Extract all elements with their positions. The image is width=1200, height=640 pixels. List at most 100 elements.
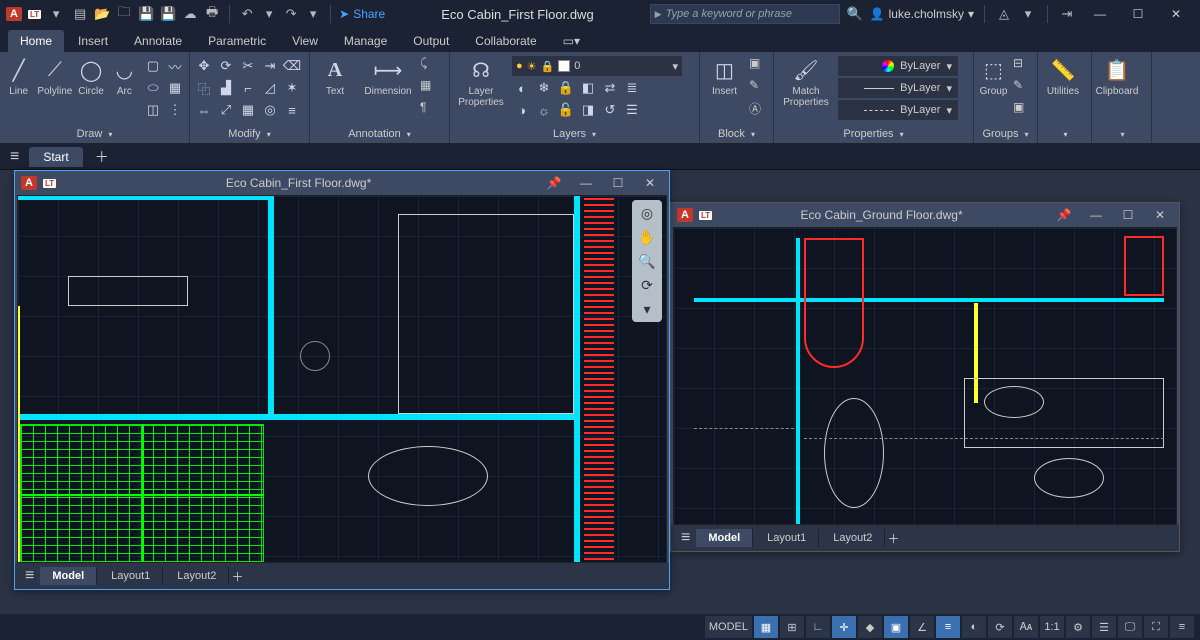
minimize-button[interactable]: — <box>1082 0 1118 28</box>
layer-unlock-icon[interactable]: 🔓 <box>556 100 576 120</box>
spline-icon[interactable]: 〰 <box>165 56 185 76</box>
tab-collaborate[interactable]: Collaborate <box>463 30 548 52</box>
maximize-button[interactable]: ☐ <box>605 173 631 193</box>
isodraft-icon[interactable]: ◆ <box>858 616 882 638</box>
tab-model[interactable]: Model <box>40 567 97 585</box>
workspace-icon[interactable]: ☰ <box>1092 616 1116 638</box>
qat-dropdown-icon[interactable]: ▾ <box>47 5 65 23</box>
tab-view[interactable]: View <box>280 30 330 52</box>
grid-toggle-icon[interactable]: ▦ <box>754 616 778 638</box>
share-button[interactable]: ➤ Share <box>339 7 385 21</box>
group-button[interactable]: ⬚Group <box>978 56 1009 97</box>
redo-icon[interactable]: ↷ <box>282 5 300 23</box>
annoscale-icon[interactable]: 🗛 <box>1014 616 1038 638</box>
tab-layout1[interactable]: Layout1 <box>99 567 163 585</box>
doc-window-first-floor[interactable]: A LT Eco Cabin_First Floor.dwg* 📌 — ☐ ✕ <box>14 170 670 590</box>
polar-toggle-icon[interactable]: ✛ <box>832 616 856 638</box>
transparency-icon[interactable]: ◐ <box>962 616 986 638</box>
undo-icon[interactable]: ↶ <box>238 5 256 23</box>
undo-drop-icon[interactable]: ▾ <box>260 5 278 23</box>
scale-combo[interactable]: 1:1 <box>1040 616 1064 638</box>
tab-layout2[interactable]: Layout2 <box>821 529 885 547</box>
maximize-button[interactable]: ☐ <box>1120 0 1156 28</box>
insert-block-button[interactable]: ◫Insert <box>704 56 745 97</box>
open-folder-icon[interactable]: 🗀 <box>115 5 133 23</box>
steering-wheel-icon[interactable]: ◎ <box>634 202 660 224</box>
layer-current-combo[interactable]: ● ☀ 🔒 0 ▾ <box>512 56 682 76</box>
clipboard-button[interactable]: 📋Clipboard <box>1096 56 1138 97</box>
monitor-icon[interactable]: 🖵 <box>1118 616 1142 638</box>
saveas-icon[interactable]: 💾 <box>159 5 177 23</box>
align-icon[interactable]: ≡ <box>282 100 302 120</box>
chevron-down-icon[interactable]: ▾ <box>1019 5 1037 23</box>
fillet-icon[interactable]: ⌐ <box>238 78 258 98</box>
new-icon[interactable]: ▤ <box>71 5 89 23</box>
layer-uniso-icon[interactable]: ◨ <box>578 100 598 120</box>
array-icon[interactable]: ▦ <box>238 100 258 120</box>
add-tab-button[interactable]: ＋ <box>89 147 115 167</box>
move-icon[interactable]: ✥ <box>194 56 214 76</box>
pin-icon[interactable]: 📌 <box>541 173 567 193</box>
square-icon[interactable]: ▢ <box>143 56 163 76</box>
layer-lock-icon[interactable]: 🔒 <box>556 78 576 98</box>
erase-icon[interactable]: ⌫ <box>282 56 302 76</box>
open-icon[interactable]: 📂 <box>93 5 111 23</box>
layer-prev-icon[interactable]: ↺ <box>600 100 620 120</box>
pan-icon[interactable]: ✋ <box>634 226 660 248</box>
add-layout-button[interactable]: ＋ <box>231 568 243 585</box>
mtext-icon[interactable]: ¶ <box>420 100 440 120</box>
lineweight-combo[interactable]: ByLayer▾ <box>838 78 958 98</box>
offset-icon[interactable]: ◎ <box>260 100 280 120</box>
lwdisplay-icon[interactable]: ≡ <box>936 616 960 638</box>
tab-layout1[interactable]: Layout1 <box>755 529 819 547</box>
tab-home[interactable]: Home <box>8 30 64 52</box>
add-layout-button[interactable]: ＋ <box>887 530 899 547</box>
web-mobile-icon[interactable]: ☁ <box>181 5 199 23</box>
arc-button[interactable]: ◡Arc <box>110 56 139 97</box>
layer-on-icon[interactable]: ◑ <box>512 100 532 120</box>
trim-icon[interactable]: ✂ <box>238 56 258 76</box>
group-edit-icon[interactable]: ✎ <box>1013 78 1033 98</box>
minimize-button[interactable]: — <box>1083 205 1109 225</box>
tab-insert[interactable]: Insert <box>66 30 120 52</box>
layer-properties-button[interactable]: ☊Layer Properties <box>454 56 508 108</box>
model-toggle[interactable]: MODEL <box>705 616 752 638</box>
explode-icon[interactable]: ✶ <box>282 78 302 98</box>
search-input[interactable]: Type a keyword or phrase <box>650 4 840 24</box>
tab-output[interactable]: Output <box>401 30 461 52</box>
rotate-icon[interactable]: ⟳ <box>216 56 236 76</box>
ungroup-icon[interactable]: ⊟ <box>1013 56 1033 76</box>
plot-icon[interactable]: 🖶 <box>203 5 221 23</box>
tab-manage[interactable]: Manage <box>332 30 399 52</box>
close-button[interactable]: ✕ <box>1147 205 1173 225</box>
clean-screen-icon[interactable]: ⛶ <box>1144 616 1168 638</box>
layer-thaw-icon[interactable]: ☼ <box>534 100 554 120</box>
layer-state-icon[interactable]: ≣ <box>622 78 642 98</box>
snap-toggle-icon[interactable]: ⊞ <box>780 616 804 638</box>
region-icon[interactable]: ◫ <box>143 100 163 120</box>
menu-icon[interactable]: ≡ <box>677 529 694 547</box>
tab-parametric[interactable]: Parametric <box>196 30 278 52</box>
ellipse-icon[interactable]: ⬭ <box>143 78 163 98</box>
osnap-toggle-icon[interactable]: ▣ <box>884 616 908 638</box>
linetype-combo[interactable]: ByLayer▾ <box>838 100 958 120</box>
layer-off-icon[interactable]: ◐ <box>512 78 532 98</box>
utilities-button[interactable]: 📏Utilities <box>1042 56 1084 97</box>
user-menu[interactable]: 👤 luke.cholmsky ▾ <box>870 7 974 21</box>
search-icon[interactable]: 🔍 <box>846 5 864 23</box>
customize-icon[interactable]: ≡ <box>1170 616 1194 638</box>
layer-iso-icon[interactable]: ◧ <box>578 78 598 98</box>
redo-drop-icon[interactable]: ▾ <box>304 5 322 23</box>
close-button[interactable]: ✕ <box>1158 0 1194 28</box>
zoom-icon[interactable]: 🔍 <box>634 250 660 272</box>
autodesk-app-icon[interactable]: ◬ <box>995 5 1013 23</box>
doc1-titlebar[interactable]: A LT Eco Cabin_First Floor.dwg* 📌 — ☐ ✕ <box>15 171 669 195</box>
edit-block-icon[interactable]: ✎ <box>749 78 769 98</box>
minimize-button[interactable]: — <box>573 173 599 193</box>
cycling-icon[interactable]: ⟳ <box>988 616 1012 638</box>
mirror-icon[interactable]: ▟ <box>216 78 236 98</box>
otrack-icon[interactable]: ∠ <box>910 616 934 638</box>
copy-icon[interactable]: ⿻ <box>194 78 214 98</box>
expand-icon[interactable]: ⇥ <box>1058 5 1076 23</box>
match-properties-button[interactable]: 🖌Match Properties <box>778 56 834 108</box>
